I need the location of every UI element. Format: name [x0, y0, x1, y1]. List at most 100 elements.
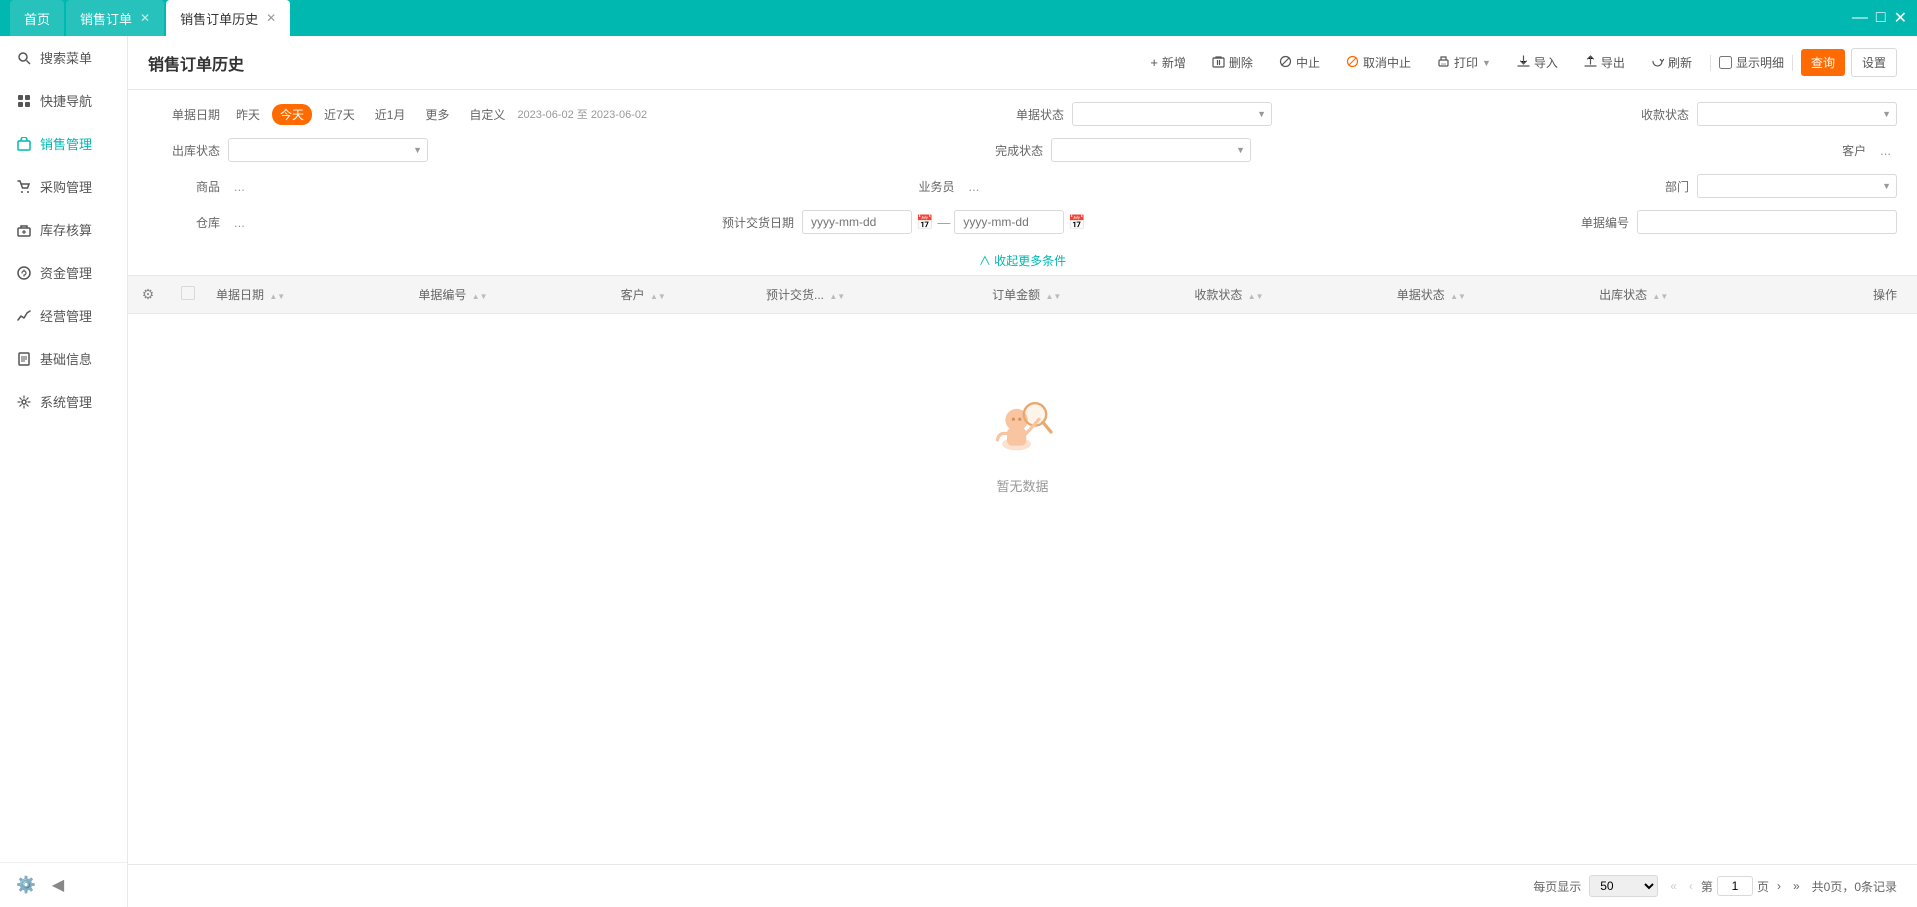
product-picker[interactable]: ... [228, 179, 251, 194]
col-bill-date-label: 单据日期 [216, 288, 264, 302]
expected-date-to[interactable] [954, 210, 1064, 234]
close-icon[interactable]: ✕ [1894, 8, 1907, 28]
calendar-from-icon[interactable]: 📅 [916, 214, 933, 231]
payment-status-select[interactable] [1697, 102, 1897, 126]
date-tab-today[interactable]: 今天 [272, 104, 312, 125]
date-tab-yesterday[interactable]: 昨天 [228, 104, 268, 125]
stop-button[interactable]: 中止 [1269, 49, 1330, 76]
col-customer[interactable]: 客户 ▲▼ [613, 276, 758, 314]
complete-status-select[interactable] [1051, 138, 1251, 162]
current-page-input[interactable] [1717, 876, 1753, 896]
filter-row-2: 出库状态 完成状态 客户 ... [148, 138, 1897, 162]
print-button[interactable]: 打印 ▼ [1427, 49, 1501, 76]
date-sep: — [937, 215, 950, 230]
sidebar-item-quick-nav[interactable]: 快捷导航 [0, 79, 127, 122]
collapse-sidebar-icon[interactable]: ◀ [52, 875, 64, 895]
tab-sales-order-history-close[interactable]: ✕ [266, 11, 276, 25]
sales-mgmt-icon [16, 136, 32, 152]
per-page-label: 每页显示 [1533, 878, 1581, 895]
sidebar-item-inventory-mgmt[interactable]: 库存核算 [0, 208, 127, 251]
date-tab-more[interactable]: 更多 [417, 104, 457, 125]
cancel-stop-button[interactable]: 取消中止 [1336, 49, 1421, 76]
content-area: 销售订单历史 + 新增 删除 中止 [128, 36, 1917, 907]
quick-nav-icon [16, 93, 32, 109]
date-tab-custom[interactable]: 自定义 [461, 104, 513, 125]
col-order-amount[interactable]: 订单金额 ▲▼ [984, 276, 1186, 314]
date-tab-1month[interactable]: 近1月 [367, 104, 414, 125]
import-label: 导入 [1534, 54, 1558, 71]
sort-bill-status-icon[interactable]: ▲▼ [1450, 292, 1466, 301]
sort-order-amount-icon[interactable]: ▲▼ [1045, 292, 1061, 301]
tab-home[interactable]: 首页 [10, 0, 64, 36]
display-cols-checkbox[interactable] [1719, 56, 1732, 69]
next-page-button[interactable]: › [1773, 877, 1785, 895]
sidebar-item-system-mgmt[interactable]: 系统管理 [0, 380, 127, 423]
new-button[interactable]: + 新增 [1140, 49, 1196, 76]
col-out-status-label: 出库状态 [1599, 288, 1647, 302]
sidebar-item-purchase-mgmt[interactable]: 采购管理 [0, 165, 127, 208]
per-page-select[interactable]: 20 50 100 200 [1589, 875, 1658, 897]
page-label-suffix: 页 [1757, 878, 1769, 895]
import-icon [1517, 55, 1530, 71]
import-button[interactable]: 导入 [1507, 49, 1568, 76]
tab-sales-order[interactable]: 销售订单 ✕ [66, 0, 164, 36]
col-bill-date[interactable]: 单据日期 ▲▼ [208, 276, 410, 314]
sidebar-item-sales-mgmt[interactable]: 销售管理 [0, 122, 127, 165]
col-bill-number[interactable]: 单据编号 ▲▼ [410, 276, 612, 314]
out-status-select[interactable] [228, 138, 428, 162]
select-all-checkbox[interactable] [181, 286, 195, 300]
sort-bill-date-icon[interactable]: ▲▼ [269, 292, 285, 301]
delete-button[interactable]: 删除 [1202, 49, 1263, 76]
calendar-to-icon[interactable]: 📅 [1068, 214, 1085, 231]
prev-page-button[interactable]: ‹ [1685, 877, 1697, 895]
delete-icon [1212, 55, 1225, 71]
salesperson-picker[interactable]: ... [963, 179, 986, 194]
sort-out-status-icon[interactable]: ▲▼ [1652, 292, 1668, 301]
dept-select[interactable] [1697, 174, 1897, 198]
display-cols-label[interactable]: 显示明细 [1736, 54, 1784, 71]
bill-status-select[interactable] [1072, 102, 1272, 126]
export-icon [1584, 55, 1597, 71]
display-cols-toggle[interactable]: 显示明细 [1719, 54, 1784, 71]
collapse-button[interactable]: ∧ 收起更多条件 [979, 254, 1066, 268]
col-payment-status[interactable]: 收款状态 ▲▼ [1186, 276, 1388, 314]
sort-expected-delivery-icon[interactable]: ▲▼ [829, 292, 845, 301]
sidebar-item-basic-info[interactable]: 基础信息 [0, 337, 127, 380]
data-table: ⚙ 单据日期 ▲▼ 单据编号 ▲▼ [128, 276, 1917, 565]
first-page-button[interactable]: « [1666, 877, 1681, 895]
tab-sales-order-close[interactable]: ✕ [140, 11, 150, 25]
date-range-text: 2023-06-02 至 2023-06-02 [517, 106, 647, 122]
table-area: ⚙ 单据日期 ▲▼ 单据编号 ▲▼ [128, 276, 1917, 864]
sort-payment-status-icon[interactable]: ▲▼ [1248, 292, 1264, 301]
refresh-button[interactable]: 刷新 [1641, 49, 1702, 76]
settings-button[interactable]: 设置 [1851, 48, 1897, 77]
window-controls: — □ ✕ [1852, 8, 1907, 28]
table-settings-icon[interactable]: ⚙ [142, 286, 155, 302]
col-expected-delivery[interactable]: 预计交货... ▲▼ [758, 276, 984, 314]
sidebar-item-finance-mgmt[interactable]: 资金管理 [0, 251, 127, 294]
maximize-icon[interactable]: □ [1876, 9, 1886, 27]
query-button[interactable]: 查询 [1801, 49, 1845, 76]
settings-bottom-icon[interactable]: ⚙️ [16, 875, 36, 895]
col-out-status[interactable]: 出库状态 ▲▼ [1591, 276, 1793, 314]
bill-number-input[interactable] [1637, 210, 1897, 234]
last-page-button[interactable]: » [1789, 877, 1804, 895]
sidebar-item-operation-mgmt[interactable]: 经营管理 [0, 294, 127, 337]
col-bill-status[interactable]: 单据状态 ▲▼ [1389, 276, 1591, 314]
page-total: 共0页，0条记录 [1812, 878, 1897, 895]
bill-status-label: 单据状态 [992, 106, 1072, 123]
warehouse-picker[interactable]: ... [228, 215, 251, 230]
sort-bill-number-icon[interactable]: ▲▼ [472, 292, 488, 301]
export-button[interactable]: 导出 [1574, 49, 1635, 76]
customer-picker[interactable]: ... [1874, 143, 1897, 158]
expected-date-from[interactable] [802, 210, 912, 234]
col-settings[interactable]: ⚙ [128, 276, 168, 314]
sort-customer-icon[interactable]: ▲▼ [650, 292, 666, 301]
date-tab-7days[interactable]: 近7天 [316, 104, 363, 125]
sidebar-item-search-menu[interactable]: 搜索菜单 [0, 36, 127, 79]
tab-sales-order-label: 销售订单 [80, 9, 132, 28]
col-bill-status-label: 单据状态 [1397, 288, 1445, 302]
page-header: 销售订单历史 + 新增 删除 中止 [128, 36, 1917, 90]
minimize-icon[interactable]: — [1852, 9, 1868, 27]
tab-sales-order-history[interactable]: 销售订单历史 ✕ [166, 0, 290, 36]
